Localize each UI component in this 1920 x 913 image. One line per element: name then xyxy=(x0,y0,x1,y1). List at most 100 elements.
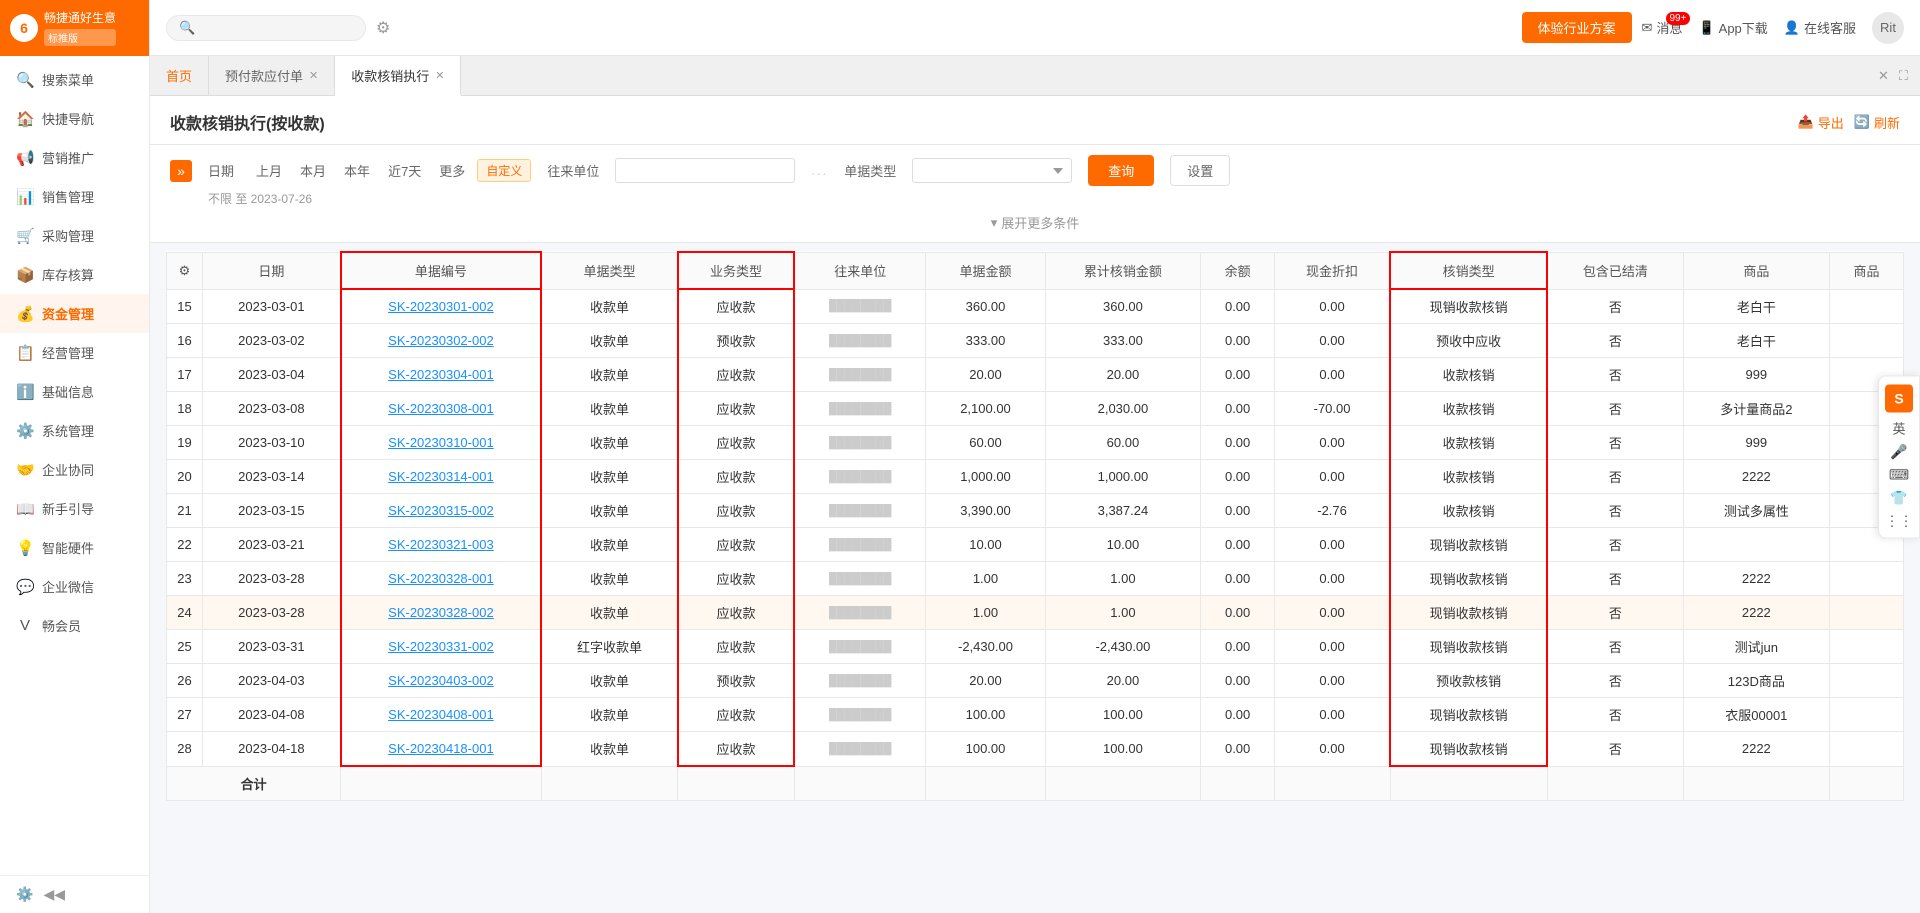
cell-amount: 100.00 xyxy=(926,732,1045,767)
cell-discount: 0.00 xyxy=(1275,596,1390,630)
col-partner[interactable]: 往来单位 xyxy=(794,252,926,289)
floating-shirt-icon[interactable]: 👕 xyxy=(1890,489,1907,506)
cell-product2 xyxy=(1830,732,1904,767)
date-last-month[interactable]: 上月 xyxy=(250,159,288,182)
col-cancel-type[interactable]: 核销类型 xyxy=(1390,252,1547,289)
query-btn[interactable]: 查询 xyxy=(1088,155,1154,186)
date-custom-btn[interactable]: 自定义 xyxy=(477,159,531,182)
sidebar-item-inventory[interactable]: 📦 库存核算 xyxy=(0,255,149,294)
doc-no-link[interactable]: SK-20230328-002 xyxy=(388,605,494,620)
expand-more-btn[interactable]: ▾ 展开更多条件 xyxy=(991,213,1080,232)
sidebar-item-marketing[interactable]: 📢 营销推广 xyxy=(0,138,149,177)
floating-mic-icon[interactable]: 🎤 xyxy=(1890,443,1907,460)
sidebar-item-enterprise[interactable]: 🤝 企业协同 xyxy=(0,450,149,489)
settings-footer-icon[interactable]: ⚙️ xyxy=(16,886,33,903)
floating-brand[interactable]: S xyxy=(1885,384,1913,412)
gear-icon[interactable]: ⚙ xyxy=(376,18,390,38)
collapse-icon[interactable]: ◀◀ xyxy=(43,886,65,903)
cell-partner: ████████ xyxy=(794,289,926,324)
refresh-btn[interactable]: 🔄 刷新 xyxy=(1854,113,1900,132)
avatar[interactable]: Rit xyxy=(1872,12,1904,44)
doc-no-link[interactable]: SK-20230315-002 xyxy=(388,503,494,518)
export-btn[interactable]: 📤 导出 xyxy=(1798,113,1844,132)
doc-no-link[interactable]: SK-20230314-001 xyxy=(388,469,494,484)
msg-btn[interactable]: ✉ 消息 99+ xyxy=(1642,18,1683,37)
service-btn[interactable]: 👤 在线客服 xyxy=(1784,18,1856,37)
sidebar-item-purchase[interactable]: 🛒 采购管理 xyxy=(0,216,149,255)
sidebar-item-vip[interactable]: V 畅会员 xyxy=(0,606,149,645)
sidebar-item-basic[interactable]: ℹ️ 基础信息 xyxy=(0,372,149,411)
date-7days[interactable]: 近7天 xyxy=(382,159,427,182)
industry-btn[interactable]: 体验行业方案 xyxy=(1522,12,1632,43)
doc-type-select[interactable] xyxy=(912,158,1072,183)
app-download-btn[interactable]: 📱 App下载 xyxy=(1698,18,1767,37)
doc-no-link[interactable]: SK-20230304-001 xyxy=(388,367,494,382)
doc-no-link[interactable]: SK-20230310-001 xyxy=(388,435,494,450)
col-product[interactable]: 商品 xyxy=(1683,252,1829,289)
floating-text-icon[interactable]: 英 xyxy=(1892,418,1905,437)
sidebar-item-system[interactable]: ⚙️ 系统管理 xyxy=(0,411,149,450)
date-more[interactable]: 更多 xyxy=(433,159,471,182)
sidebar-item-operations[interactable]: 📋 经营管理 xyxy=(0,333,149,372)
tab-home[interactable]: 首页 xyxy=(150,56,209,95)
doc-no-link[interactable]: SK-20230418-001 xyxy=(388,741,494,756)
tab-prepayment-close[interactable]: ✕ xyxy=(309,69,318,82)
doc-no-link[interactable]: SK-20230331-002 xyxy=(388,639,494,654)
doc-no-link[interactable]: SK-20230308-001 xyxy=(388,401,494,416)
sidebar-item-hardware[interactable]: 💡 智能硬件 xyxy=(0,528,149,567)
cell-partner: ████████ xyxy=(794,596,926,630)
cell-doc-no: SK-20230315-002 xyxy=(341,494,541,528)
col-balance[interactable]: 余额 xyxy=(1201,252,1275,289)
floating-grid-icon[interactable]: ⋮⋮ xyxy=(1885,512,1913,529)
vip-icon: V xyxy=(16,617,34,634)
col-cum-amount[interactable]: 累计核销金额 xyxy=(1045,252,1201,289)
sidebar-item-quicknav[interactable]: 🏠 快捷导航 xyxy=(0,99,149,138)
doc-no-link[interactable]: SK-20230321-003 xyxy=(388,537,494,552)
doc-no-link[interactable]: SK-20230302-002 xyxy=(388,333,494,348)
cell-biz-type: 预收款 xyxy=(678,664,794,698)
home-icon: 🏠 xyxy=(16,110,34,128)
table-row: 19 2023-03-10 SK-20230310-001 收款单 应收款 ██… xyxy=(167,426,1904,460)
cell-amount: -2,430.00 xyxy=(926,630,1045,664)
floating-keyboard-icon[interactable]: ⌨ xyxy=(1889,466,1909,483)
topbar-search[interactable]: 🔍 xyxy=(166,15,366,41)
col-discount[interactable]: 现金折扣 xyxy=(1275,252,1390,289)
cell-cancel-type: 收款核销 xyxy=(1390,358,1547,392)
tab-prepayment[interactable]: 预付款应付单 ✕ xyxy=(209,56,335,95)
doc-no-link[interactable]: SK-20230408-001 xyxy=(388,707,494,722)
doc-no-link[interactable]: SK-20230328-001 xyxy=(388,571,494,586)
date-this-year[interactable]: 本年 xyxy=(338,159,376,182)
col-doc-type[interactable]: 单据类型 xyxy=(541,252,678,289)
sidebar-item-finance[interactable]: 💰 资金管理 xyxy=(0,294,149,333)
sidebar-item-label: 系统管理 xyxy=(42,421,94,440)
tab-collection[interactable]: 收款核销执行 ✕ xyxy=(335,56,461,96)
partner-input[interactable] xyxy=(615,158,795,183)
tab-expand-icon[interactable]: ⛶ xyxy=(1899,68,1908,84)
col-amount[interactable]: 单据金额 xyxy=(926,252,1045,289)
col-doc-no[interactable]: 单据编号 xyxy=(341,252,541,289)
cell-discount: 0.00 xyxy=(1275,358,1390,392)
sidebar-item-guide[interactable]: 📖 新手引导 xyxy=(0,489,149,528)
col-date[interactable]: 日期 xyxy=(203,252,341,289)
sidebar-item-sales[interactable]: 📊 销售管理 xyxy=(0,177,149,216)
sidebar-item-label: 营销推广 xyxy=(42,148,94,167)
doc-no-link[interactable]: SK-20230301-002 xyxy=(388,299,494,314)
purchase-icon: 🛒 xyxy=(16,227,34,245)
col-biz-type[interactable]: 业务类型 xyxy=(678,252,794,289)
filter-expand-btn[interactable]: » xyxy=(170,160,192,182)
logo-text: 畅捷通好生意 xyxy=(44,10,116,27)
cell-doc-type: 收款单 xyxy=(541,460,678,494)
col-product2[interactable]: 商品 xyxy=(1830,252,1904,289)
col-included[interactable]: 包含已结清 xyxy=(1547,252,1683,289)
col-settings[interactable]: ⚙ xyxy=(167,252,203,289)
cell-product2 xyxy=(1830,664,1904,698)
tab-close-all-icon[interactable]: ✕ xyxy=(1878,68,1889,84)
tab-collection-close[interactable]: ✕ xyxy=(435,69,444,82)
summary-product2 xyxy=(1830,766,1904,800)
doc-no-link[interactable]: SK-20230403-002 xyxy=(388,673,494,688)
sidebar-item-wechat[interactable]: 💬 企业微信 xyxy=(0,567,149,606)
date-this-month[interactable]: 本月 xyxy=(294,159,332,182)
settings-btn[interactable]: 设置 xyxy=(1170,155,1230,186)
sidebar-item-search[interactable]: 🔍 搜索菜单 xyxy=(0,60,149,99)
cell-date: 2023-03-15 xyxy=(203,494,341,528)
